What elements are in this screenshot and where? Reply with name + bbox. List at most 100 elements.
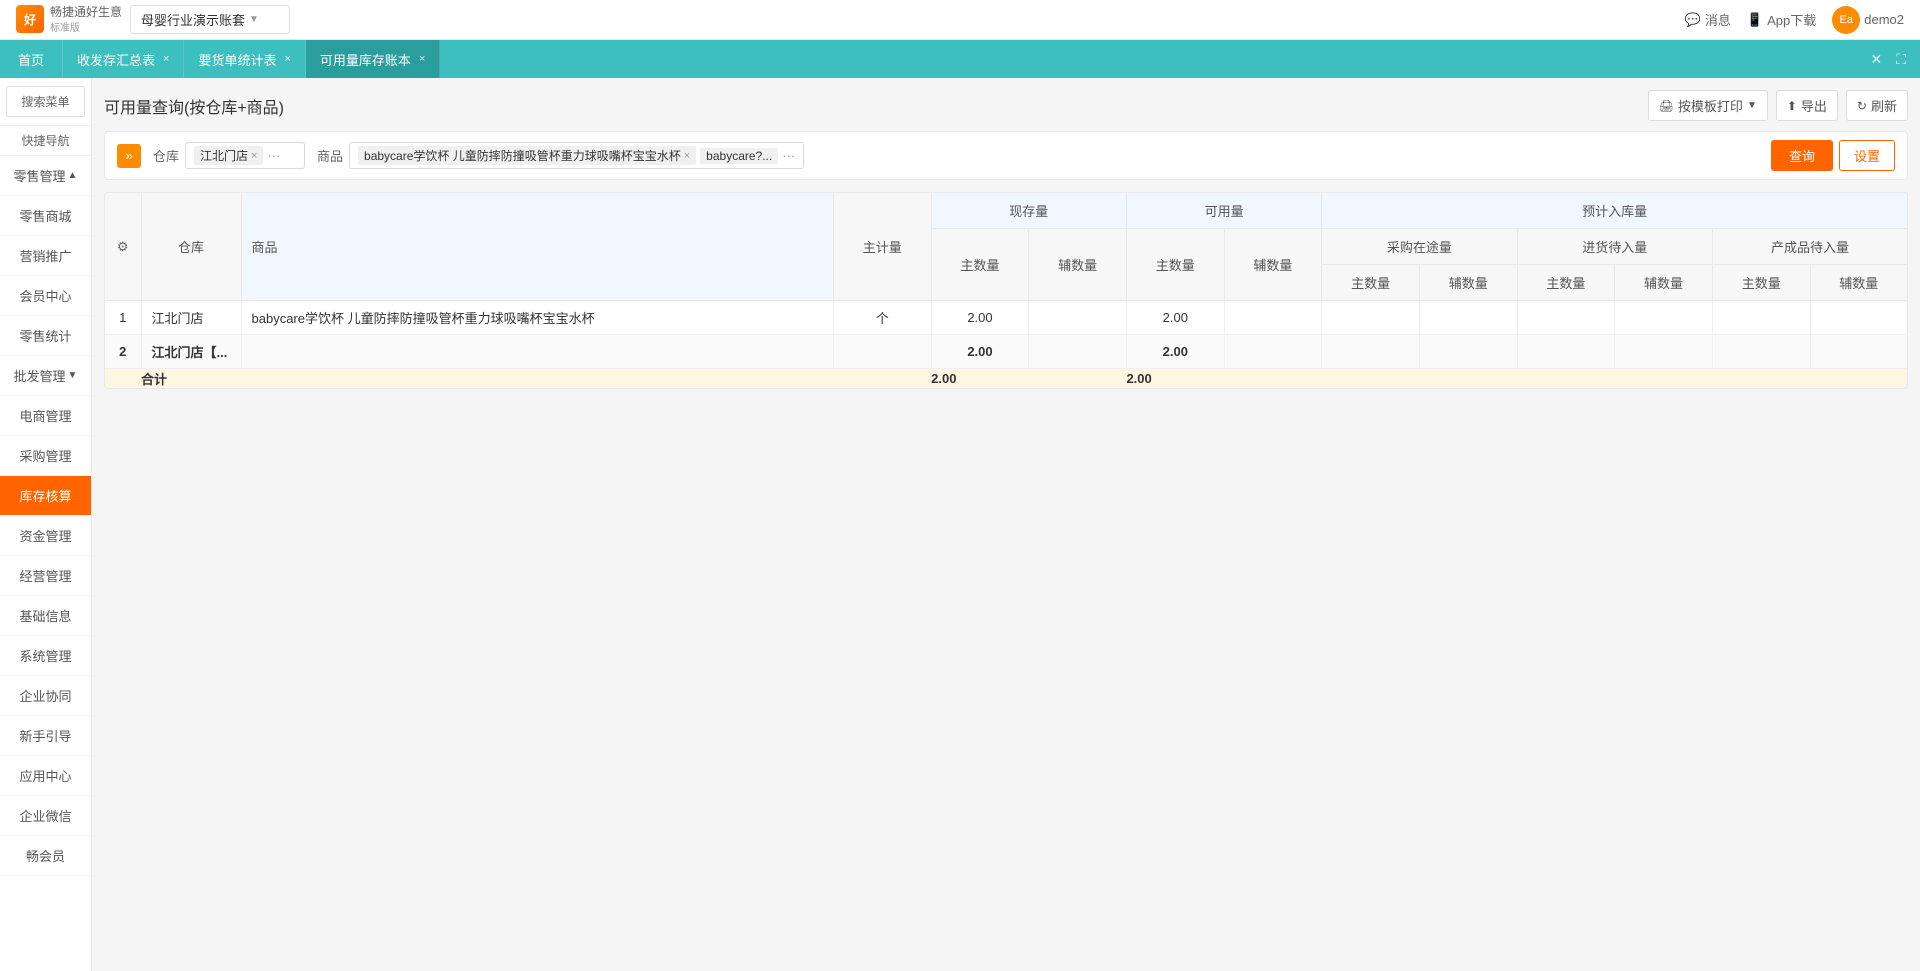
- sidebar-enterprise-label: 企业协同: [19, 689, 71, 704]
- tab-receivables-close[interactable]: ×: [163, 53, 169, 65]
- data-table-container: ⚙ 仓库 商品 主计量 现存量 可用量 预计入库量 主数量 辅数量 主数量 辅数…: [104, 192, 1908, 389]
- td-product-2: [241, 335, 833, 369]
- nav-close-btn[interactable]: ✕: [1864, 47, 1888, 72]
- tab-available-stock[interactable]: 可用量库存账本 ×: [306, 40, 440, 78]
- sidebar-item-retail-mgmt[interactable]: 零售管理 ▲: [0, 156, 91, 196]
- tab-home-label: 首页: [18, 50, 44, 69]
- message-action[interactable]: 💬 消息: [1685, 10, 1731, 29]
- sidebar-finance-label: 资金管理: [19, 529, 71, 544]
- td-avail-main-2: 2.00: [1126, 335, 1224, 369]
- page-actions: 🖨 按模板打印 ▼ ⬆ 导出 ↻ 刷新: [1648, 90, 1908, 121]
- th-current-sub: 辅数量: [1029, 229, 1127, 301]
- sidebar-item-system[interactable]: 系统管理: [0, 636, 91, 676]
- warehouse-filter-value[interactable]: 江北门店 × ···: [185, 142, 305, 169]
- td-num-2: 2: [105, 335, 141, 369]
- sidebar-item-finance[interactable]: 资金管理: [0, 516, 91, 556]
- sidebar-onboarding-label: 新手引导: [19, 729, 71, 744]
- sidebar-enterprise-wechat-label: 企业微信: [19, 809, 71, 824]
- export-label: 导出: [1801, 96, 1827, 115]
- product-tag-1-remove[interactable]: ×: [684, 150, 690, 162]
- product-filter: 商品 babycare学饮杯 儿童防摔防撞吸管杯重力球吸嘴杯宝宝水杯 × bab…: [317, 142, 804, 169]
- filter-toggle-btn[interactable]: »: [117, 144, 141, 168]
- td-production-sub-1: [1810, 301, 1907, 335]
- sidebar-item-enterprise-wechat[interactable]: 企业微信: [0, 796, 91, 836]
- td-production-sub-2: [1810, 335, 1907, 369]
- search-menu-button[interactable]: 搜索菜单: [6, 86, 85, 117]
- tab-order-stats-label: 要货单统计表: [198, 50, 276, 69]
- product-filter-more[interactable]: ···: [782, 148, 795, 163]
- query-button[interactable]: 查询: [1771, 140, 1833, 171]
- td-incoming-main-1: [1517, 301, 1615, 335]
- tab-available-stock-close[interactable]: ×: [419, 53, 425, 65]
- tab-receivables[interactable]: 收发存汇总表 ×: [63, 40, 184, 78]
- logo-text: 畅捷通好生意: [50, 5, 122, 19]
- td-footer-incoming-main: [1517, 369, 1615, 389]
- td-purchase-main-2: [1322, 335, 1420, 369]
- sidebar-item-inventory[interactable]: 库存核算: [0, 476, 91, 516]
- tab-home[interactable]: 首页: [0, 40, 63, 78]
- sidebar-item-purchase[interactable]: 采购管理: [0, 436, 91, 476]
- th-available-sub: 辅数量: [1224, 229, 1322, 301]
- td-footer-production-main: [1712, 369, 1810, 389]
- sidebar-item-marketing[interactable]: 营销推广: [0, 236, 91, 276]
- sidebar-item-app-center[interactable]: 应用中心: [0, 756, 91, 796]
- product-filter-value[interactable]: babycare学饮杯 儿童防摔防撞吸管杯重力球吸嘴杯宝宝水杯 × babyca…: [349, 142, 804, 169]
- tab-available-stock-label: 可用量库存账本: [320, 50, 411, 69]
- app-download-action[interactable]: 📱 App下载: [1747, 10, 1816, 29]
- sidebar-item-enterprise[interactable]: 企业协同: [0, 676, 91, 716]
- print-button[interactable]: 🖨 按模板打印 ▼: [1648, 90, 1768, 121]
- export-button[interactable]: ⬆ 导出: [1776, 90, 1838, 121]
- sidebar-item-operations[interactable]: 经营管理: [0, 556, 91, 596]
- sidebar-marketing-label: 营销推广: [19, 249, 71, 264]
- th-available-main: 主数量: [1126, 229, 1224, 301]
- warehouse-filter-more[interactable]: ···: [267, 148, 280, 163]
- nav-tabs-right: ✕ ⛶: [1864, 47, 1920, 72]
- sidebar: 搜索菜单 快捷导航 零售管理 ▲ 零售商城 营销推广 会员中心 零售统计 批发管…: [0, 78, 92, 971]
- username-label: demo2: [1864, 12, 1904, 27]
- product-tag-2: babycare?...: [700, 148, 778, 164]
- td-incoming-sub-2: [1615, 335, 1713, 369]
- settings-button[interactable]: 设置: [1839, 140, 1895, 171]
- sidebar-system-label: 系统管理: [19, 649, 71, 664]
- tab-order-stats-close[interactable]: ×: [284, 53, 290, 65]
- td-current-main-1: 2.00: [931, 301, 1029, 335]
- tab-receivables-label: 收发存汇总表: [77, 50, 155, 69]
- top-bar-left: 好 畅捷通好生意 标准版 母婴行业演示账套 ▼: [16, 5, 290, 34]
- td-unit-1: 个: [833, 301, 931, 335]
- sidebar-item-basic-info[interactable]: 基础信息: [0, 596, 91, 636]
- sidebar-item-wholesale-mgmt[interactable]: 批发管理 ▼: [0, 356, 91, 396]
- store-selector[interactable]: 母婴行业演示账套 ▼: [130, 5, 290, 34]
- td-footer-avail-sub: [1224, 369, 1322, 389]
- gear-icon[interactable]: ⚙: [117, 239, 129, 254]
- content-area: 可用量查询(按仓库+商品) 🖨 按模板打印 ▼ ⬆ 导出 ↻ 刷新: [92, 78, 1920, 971]
- print-dropdown-icon[interactable]: ▼: [1747, 100, 1757, 111]
- refresh-button[interactable]: ↻ 刷新: [1846, 90, 1908, 121]
- warehouse-filter-label: 仓库: [153, 146, 179, 165]
- avatar: Ea: [1832, 6, 1860, 34]
- product-tag-1: babycare学饮杯 儿童防摔防撞吸管杯重力球吸嘴杯宝宝水杯 ×: [358, 146, 696, 165]
- td-current-main-2: 2.00: [931, 335, 1029, 369]
- tab-order-stats[interactable]: 要货单统计表 ×: [184, 40, 305, 78]
- table-row: 1 江北门店 babycare学饮杯 儿童防摔防撞吸管杯重力球吸嘴杯宝宝水杯 个…: [105, 301, 1907, 335]
- sidebar-item-retail-shop[interactable]: 零售商城: [0, 196, 91, 236]
- sidebar-item-onboarding[interactable]: 新手引导: [0, 716, 91, 756]
- sidebar-item-retail-stats[interactable]: 零售统计: [0, 316, 91, 356]
- td-num-1: 1: [105, 301, 141, 335]
- sidebar-item-ecommerce[interactable]: 电商管理: [0, 396, 91, 436]
- store-selector-arrow: ▼: [249, 14, 259, 25]
- sidebar-item-member[interactable]: 会员中心: [0, 276, 91, 316]
- sidebar-item-member2[interactable]: 畅会员: [0, 836, 91, 876]
- nav-expand-btn[interactable]: ⛶: [1890, 47, 1912, 72]
- top-bar-right: 💬 消息 📱 App下载 Ea demo2: [1685, 6, 1904, 34]
- td-footer-empty1: [105, 369, 141, 389]
- sidebar-quick-nav[interactable]: 快捷导航: [0, 126, 91, 156]
- th-purchase-transit: 采购在途量: [1322, 229, 1517, 265]
- td-footer-production-sub: [1810, 369, 1907, 389]
- sidebar-wholesale-arrow: ▼: [68, 370, 78, 381]
- warehouse-tag-text: 江北门店: [200, 147, 248, 164]
- user-area[interactable]: Ea demo2: [1832, 6, 1904, 34]
- warehouse-tag-remove[interactable]: ×: [251, 150, 257, 162]
- table-row: 2 江北门店【... 2.00 2.00: [105, 335, 1907, 369]
- filter-row: » 仓库 江北门店 × ··· 商品 babycare学饮杯 儿童防摔防撞吸管杯…: [104, 131, 1908, 180]
- td-footer-current-main: 2.00: [931, 369, 1029, 389]
